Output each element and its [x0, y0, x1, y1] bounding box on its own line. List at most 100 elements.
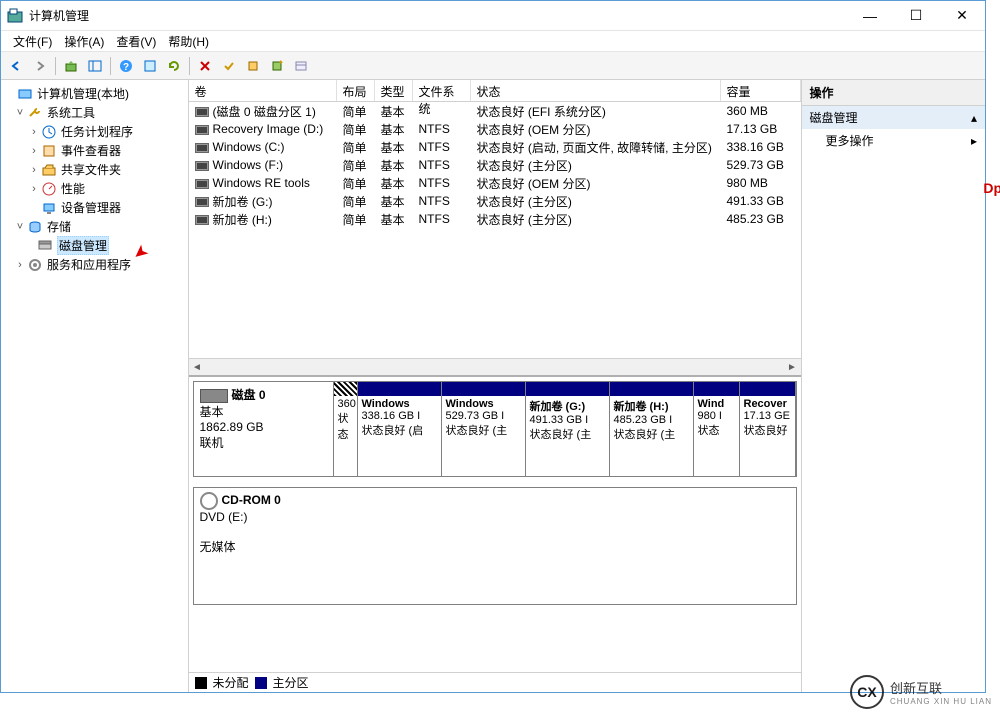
event-icon [41, 143, 57, 159]
show-hide-tree-button[interactable] [84, 55, 106, 77]
volume-row[interactable]: Recovery Image (D:)简单基本NTFS状态良好 (OEM 分区)… [189, 120, 801, 138]
new-button[interactable] [266, 55, 288, 77]
tree-root[interactable]: 计算机管理(本地) [37, 85, 129, 102]
tree-storage[interactable]: 存储 [47, 218, 71, 235]
volume-row[interactable]: Windows (F:)简单基本NTFS状态良好 (主分区)529.73 GB [189, 156, 801, 174]
volume-row[interactable]: Windows RE tools简单基本NTFS状态良好 (OEM 分区)980… [189, 174, 801, 192]
volume-icon [195, 215, 209, 225]
legend-unalloc-swatch [195, 677, 207, 689]
expand-icon[interactable]: ˅ [13, 221, 27, 233]
watermark-logo: CX [850, 675, 884, 709]
col-status[interactable]: 状态 [471, 80, 721, 101]
action-button[interactable] [242, 55, 264, 77]
actions-diskmgmt[interactable]: 磁盘管理▴ [802, 106, 986, 129]
tree-services[interactable]: 服务和应用程序 [47, 256, 131, 273]
watermark-sub: CHUANG XIN HU LIAN [890, 697, 992, 706]
cdrom-icon [200, 492, 218, 510]
col-layout[interactable]: 布局 [337, 80, 375, 101]
volume-row[interactable]: (磁盘 0 磁盘分区 1)简单基本状态良好 (EFI 系统分区)360 MB [189, 102, 801, 120]
main-panel: 卷 布局 类型 文件系统 状态 容量 (磁盘 0 磁盘分区 1)简单基本状态良好… [189, 80, 802, 692]
cdrom-info: CD-ROM 0 DVD (E:) 无媒体 [194, 488, 334, 604]
tree-scheduler[interactable]: 任务计划程序 [61, 123, 133, 140]
actions-more[interactable]: 更多操作▸ [802, 129, 986, 152]
partition[interactable]: 新加卷 (H:)485.23 GB I状态良好 (主 [610, 382, 694, 476]
collapse-icon: ▴ [971, 111, 977, 125]
properties-button[interactable] [139, 55, 161, 77]
watermark: CX 创新互联 CHUANG XIN HU LIAN [850, 675, 992, 709]
volume-icon [195, 107, 209, 117]
legend-primary-swatch [255, 677, 267, 689]
menubar: 文件(F) 操作(A) 查看(V) 帮助(H) [1, 31, 985, 52]
partition[interactable]: Wind980 I状态 [694, 382, 740, 476]
volume-row[interactable]: Windows (C:)简单基本NTFS状态良好 (启动, 页面文件, 故障转储… [189, 138, 801, 156]
forward-button[interactable] [29, 55, 51, 77]
partition[interactable]: 新加卷 (G:)491.33 GB I状态良好 (主 [526, 382, 610, 476]
expand-icon[interactable]: ˅ [13, 107, 27, 119]
expand-icon[interactable]: › [13, 259, 27, 271]
minimize-button[interactable]: — [847, 1, 893, 31]
partition[interactable]: Windows338.16 GB I状态良好 (启 [358, 382, 442, 476]
tree-systools[interactable]: 系统工具 [47, 104, 95, 121]
expand-icon[interactable]: › [27, 183, 41, 195]
list-button[interactable] [290, 55, 312, 77]
tree-shared[interactable]: 共享文件夹 [61, 161, 121, 178]
check-button[interactable] [218, 55, 240, 77]
app-icon [7, 8, 23, 24]
services-icon [27, 257, 43, 273]
expand-icon[interactable]: › [27, 164, 41, 176]
col-fs[interactable]: 文件系统 [413, 80, 471, 101]
disk-row-0[interactable]: 磁盘 0 基本 1862.89 GB 联机 360状态Windows338.16… [193, 381, 797, 477]
computer-icon [17, 86, 33, 102]
delete-button[interactable] [194, 55, 216, 77]
share-icon [41, 162, 57, 178]
volume-icon [195, 125, 209, 135]
help-button[interactable]: ? [115, 55, 137, 77]
volume-list[interactable]: 卷 布局 类型 文件系统 状态 容量 (磁盘 0 磁盘分区 1)简单基本状态良好… [189, 80, 801, 358]
toolbar: ? [1, 52, 985, 80]
col-volume[interactable]: 卷 [189, 80, 337, 101]
tree-diskmgmt[interactable]: 磁盘管理 [57, 236, 109, 255]
up-button[interactable] [60, 55, 82, 77]
tree-perf[interactable]: 性能 [61, 180, 85, 197]
watermark-name: 创新互联 [890, 678, 992, 697]
menu-view[interactable]: 查看(V) [110, 31, 162, 52]
volume-header: 卷 布局 类型 文件系统 状态 容量 [189, 80, 801, 102]
partition[interactable]: Recover17.13 GE状态良好 [740, 382, 796, 476]
tree-device[interactable]: 设备管理器 [61, 199, 121, 216]
volume-icon [195, 197, 209, 207]
close-button[interactable]: ✕ [939, 1, 985, 31]
disk-map[interactable]: 磁盘 0 基本 1862.89 GB 联机 360状态Windows338.16… [189, 375, 801, 672]
back-button[interactable] [5, 55, 27, 77]
maximize-button[interactable]: ☐ [893, 1, 939, 31]
col-type[interactable]: 类型 [375, 80, 413, 101]
scroll-left-icon[interactable]: ◄ [189, 359, 206, 376]
volume-row[interactable]: 新加卷 (H:)简单基本NTFS状态良好 (主分区)485.23 GB [189, 210, 801, 228]
nav-tree[interactable]: 计算机管理(本地) ˅ 系统工具 › 任务计划程序 › 事件查看器 › 共享文件夹 › 性… [1, 80, 189, 692]
menu-action[interactable]: 操作(A) [58, 31, 110, 52]
scroll-right-icon[interactable]: ► [784, 359, 801, 376]
col-capacity[interactable]: 容量 [721, 80, 801, 101]
volume-icon [195, 179, 209, 189]
expand-icon[interactable]: › [27, 145, 41, 157]
expand-icon[interactable]: › [27, 126, 41, 138]
scheduler-icon [41, 124, 57, 140]
actions-header: 操作 [802, 80, 986, 106]
hscrollbar[interactable]: ◄ ► [189, 358, 801, 375]
partition[interactable]: 360状态 [334, 382, 358, 476]
storage-icon [27, 219, 43, 235]
legend: 未分配 主分区 [189, 672, 801, 692]
partition[interactable]: Windows529.73 GB I状态良好 (主 [442, 382, 526, 476]
menu-file[interactable]: 文件(F) [7, 31, 58, 52]
tree-event[interactable]: 事件查看器 [61, 142, 121, 159]
titlebar[interactable]: 计算机管理 — ☐ ✕ [1, 1, 985, 31]
legend-primary: 主分区 [273, 674, 309, 691]
truncated-text: Dp [983, 180, 1000, 196]
app-window: 计算机管理 — ☐ ✕ 文件(F) 操作(A) 查看(V) 帮助(H) ? 计算… [0, 0, 986, 693]
refresh-button[interactable] [163, 55, 185, 77]
menu-help[interactable]: 帮助(H) [162, 31, 215, 52]
device-icon [41, 200, 57, 216]
cdrom-row[interactable]: CD-ROM 0 DVD (E:) 无媒体 [193, 487, 797, 605]
volume-icon [195, 161, 209, 171]
disk-info: 磁盘 0 基本 1862.89 GB 联机 [194, 382, 334, 476]
volume-row[interactable]: 新加卷 (G:)简单基本NTFS状态良好 (主分区)491.33 GB [189, 192, 801, 210]
